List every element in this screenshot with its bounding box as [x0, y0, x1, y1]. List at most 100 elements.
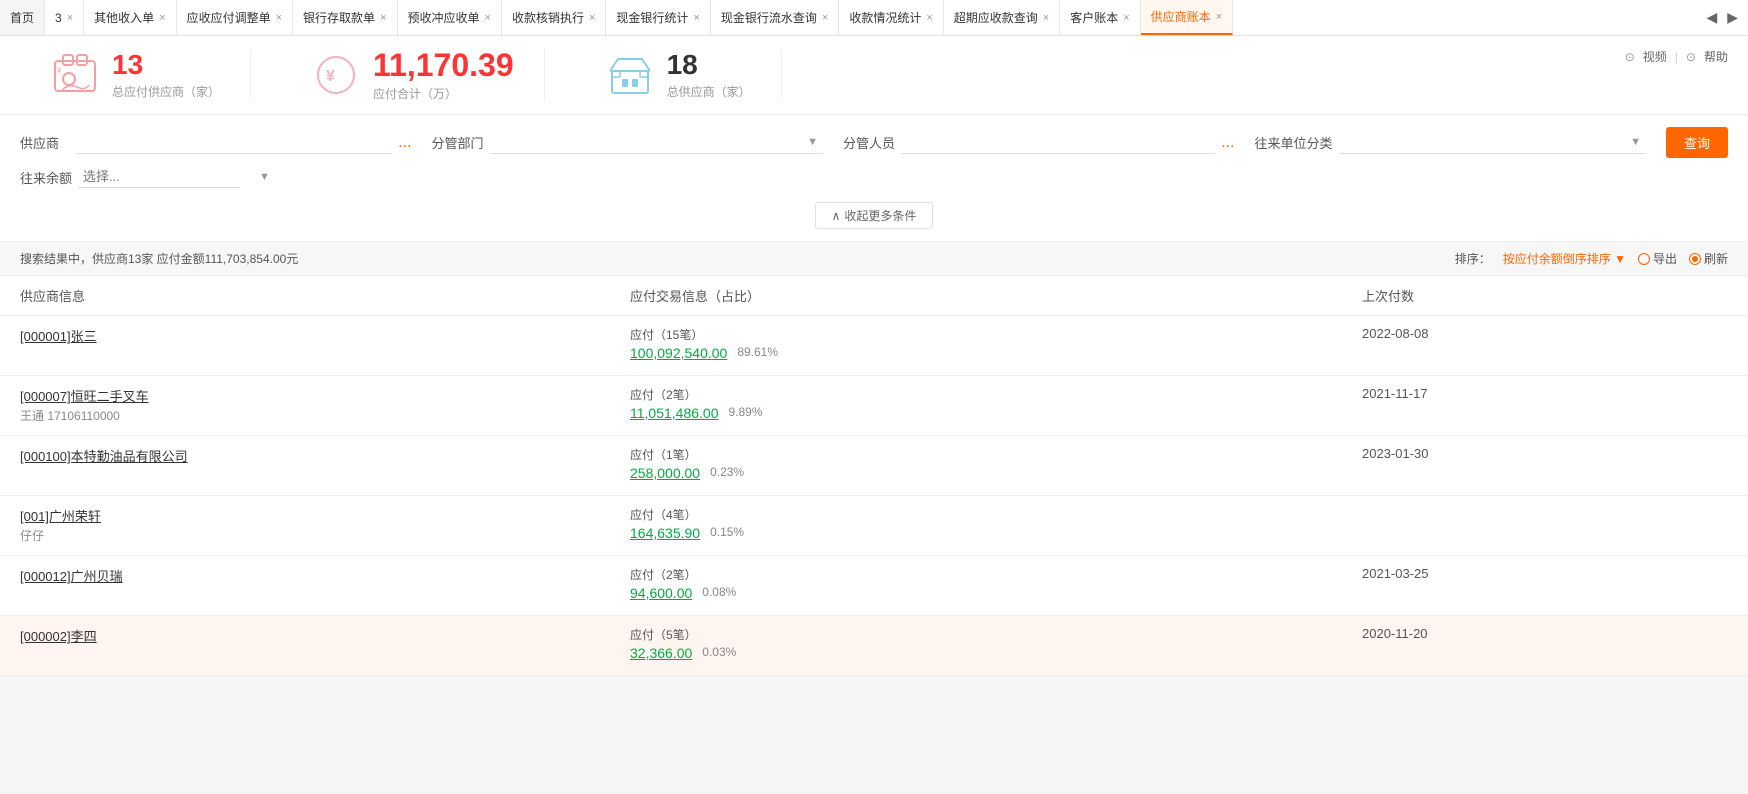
trans-amount-3[interactable]: 164,635.90 — [630, 525, 700, 541]
nav-prev-arrow[interactable]: ◀ — [1701, 7, 1722, 28]
table-row: [000007]恒旺二手叉车王通 17106110000应付（2笔）11,051… — [0, 376, 1748, 436]
help-link[interactable]: 帮助 — [1704, 48, 1728, 65]
nav-supplier-book-close[interactable]: × — [1216, 11, 1222, 23]
nav-bank-deposit-label: 银行存取款单 — [303, 9, 375, 26]
trans-label-1: 应付（2笔） — [630, 386, 1362, 403]
supplier-col-2: [000100]本特勤油品有限公司 — [20, 446, 630, 465]
balance-select-input[interactable] — [83, 169, 259, 184]
stats-bar: ¥ 13 总应付供应商（家） ¥ 11,170.39 应付合计（万） — [0, 36, 1748, 115]
supplier-filter-input[interactable] — [76, 132, 392, 154]
trans-percent-0: 89.61% — [737, 345, 778, 359]
nav-collection-verify-label: 收款核销执行 — [512, 9, 584, 26]
nav-prepay-ar-label: 预收冲应收单 — [408, 9, 480, 26]
filter-person: 分管人员 ... — [843, 132, 1235, 154]
supplier-filter-label: 供应商 — [20, 133, 70, 152]
data-table: 供应商信息 应付交易信息（占比） 上次付数 [000001]张三应付（15笔）1… — [0, 276, 1748, 676]
supplier-col-1: [000007]恒旺二手叉车王通 17106110000 — [20, 386, 630, 424]
sort-value-btn[interactable]: 按应付余额倒序排序 ▼ — [1503, 250, 1626, 267]
balance-filter-select[interactable]: ▼ — [78, 166, 240, 188]
nav-overdue-ar[interactable]: 超期应收款查询 × — [944, 0, 1060, 35]
trans-amount-5[interactable]: 32,366.00 — [630, 645, 692, 661]
stat-block-amount: ¥ 11,170.39 应付合计（万） — [281, 48, 545, 102]
nav-collection-stat[interactable]: 收款情况统计 × — [839, 0, 943, 35]
supplier-link-1[interactable]: [000007]恒旺二手叉车 — [20, 389, 149, 404]
nav-cash-bank-flow-label: 现金银行流水查询 — [721, 9, 817, 26]
collapse-button[interactable]: ∧ 收起更多条件 — [815, 202, 934, 229]
trans-label-0: 应付（15笔） — [630, 326, 1362, 343]
nav-other-income[interactable]: 其他收入单 × — [84, 0, 176, 35]
trans-amount-4[interactable]: 94,600.00 — [630, 585, 692, 601]
collapse-label: 收起更多条件 — [844, 207, 916, 224]
nav-next-arrow[interactable]: ▶ — [1722, 7, 1743, 28]
supplier-col-0: [000001]张三 — [20, 326, 630, 345]
nav-supplier-book[interactable]: 供应商账本 × — [1141, 0, 1233, 35]
table-row: [001]广州荣轩仔仔应付（4笔）164,635.900.15% — [0, 496, 1748, 556]
nav-ar-ap-adjust[interactable]: 应收应付调整单 × — [177, 0, 293, 35]
nav-customer-book-close[interactable]: × — [1123, 12, 1129, 24]
nav-cash-bank-stat[interactable]: 现金银行统计 × — [606, 0, 710, 35]
nav-tab3-close[interactable]: × — [67, 12, 73, 24]
amount-icon: ¥ — [311, 50, 361, 100]
export-radio — [1638, 253, 1650, 265]
nav-cash-bank-flow[interactable]: 现金银行流水查询 × — [711, 0, 839, 35]
nav-prepay-ar[interactable]: 预收冲应收单 × — [398, 0, 502, 35]
nav-home[interactable]: 首页 — [0, 0, 45, 35]
transaction-col-5: 应付（5笔）32,366.000.03% — [630, 626, 1362, 661]
dept-filter-select[interactable]: ▼ — [490, 132, 823, 154]
trans-amount-2[interactable]: 258,000.00 — [630, 465, 700, 481]
refresh-button[interactable]: 刷新 — [1689, 250, 1728, 267]
nav-cash-bank-stat-close[interactable]: × — [693, 12, 699, 24]
filter-row-2: 往来余额 ▼ — [20, 166, 1728, 188]
stat-block-suppliers: ¥ 13 总应付供应商（家） — [20, 50, 251, 100]
nav-tab3[interactable]: 3 × — [45, 0, 84, 35]
sort-desc-icon: ▼ — [1614, 252, 1626, 266]
last-pay-0: 2022-08-08 — [1362, 326, 1728, 341]
supplier-dots-btn[interactable]: ... — [398, 134, 411, 152]
nav-prepay-ar-close[interactable]: × — [485, 12, 491, 24]
dept-select-input[interactable] — [495, 135, 808, 150]
transaction-col-4: 应付（2笔） 94,600.00 0.08% — [630, 566, 1362, 601]
transaction-col-1: 应付（2笔）11,051,486.009.89% — [630, 386, 1362, 421]
nav-ar-ap-adjust-close[interactable]: × — [276, 12, 282, 24]
nav-collection-stat-close[interactable]: × — [926, 12, 932, 24]
category-select-input[interactable] — [1344, 135, 1631, 150]
trans-percent-4: 0.08% — [702, 585, 736, 599]
category-filter-label: 往来单位分类 — [1255, 133, 1333, 152]
supplier-link-5[interactable]: [000002]李四 — [20, 629, 97, 644]
last-pay-5: 2020-11-20 — [1362, 626, 1728, 641]
nav-collection-verify[interactable]: 收款核销执行 × — [502, 0, 606, 35]
person-dots-btn[interactable]: ... — [1221, 134, 1234, 152]
total-payable-suppliers-label: 总应付供应商（家） — [112, 83, 220, 100]
nav-other-income-label: 其他收入单 — [94, 9, 154, 26]
nav-bank-deposit-close[interactable]: × — [380, 12, 386, 24]
result-bar: 搜索结果中，供应商13家 应付金额111,703,854.00元 排序： 按应付… — [0, 242, 1748, 276]
supplier-link-4[interactable]: [000012]广州贝瑞 — [20, 569, 123, 584]
refresh-radio — [1689, 253, 1701, 265]
trans-label-4: 应付（2笔） — [630, 566, 1362, 583]
trans-amount-row-4: 94,600.00 0.08% — [630, 583, 1362, 601]
nav-cash-bank-flow-close[interactable]: × — [822, 12, 828, 24]
nav-customer-book[interactable]: 客户账本 × — [1060, 0, 1140, 35]
person-filter-input[interactable] — [901, 132, 1215, 154]
query-button[interactable]: 查询 — [1666, 127, 1728, 158]
table-row: [000001]张三 应付（15笔） 100,092,540.00 89.61% 202… — [0, 316, 1748, 376]
trans-amount-0[interactable]: 100,092,540.00 — [630, 345, 727, 361]
supplier-link-0[interactable]: [000001]张三 — [20, 329, 97, 344]
nav-bank-deposit[interactable]: 银行存取款单 × — [293, 0, 397, 35]
export-button[interactable]: 导出 — [1638, 250, 1677, 267]
col-header-transaction: 应付交易信息（占比） — [630, 286, 1362, 305]
category-filter-select[interactable]: ▼ — [1339, 132, 1646, 154]
nav-collection-verify-close[interactable]: × — [589, 12, 595, 24]
export-label: 导出 — [1653, 250, 1677, 267]
supplier-link-3[interactable]: [001]广州荣轩 — [20, 509, 101, 524]
top-right-links: ⊙ 视频 | ⊙ 帮助 — [1625, 48, 1728, 65]
filter-balance: 往来余额 ▼ — [20, 166, 240, 188]
trans-amount-1[interactable]: 11,051,486.00 — [630, 405, 719, 421]
nav-tab3-label: 3 — [55, 11, 62, 25]
nav-other-income-close[interactable]: × — [159, 12, 165, 24]
filter-dept: 分管部门 ▼ — [432, 132, 824, 154]
nav-overdue-ar-close[interactable]: × — [1043, 12, 1049, 24]
supplier-link-2[interactable]: [000100]本特勤油品有限公司 — [20, 449, 188, 464]
trans-amount-row-1: 11,051,486.009.89% — [630, 403, 1362, 421]
video-link[interactable]: 视频 — [1643, 48, 1667, 65]
